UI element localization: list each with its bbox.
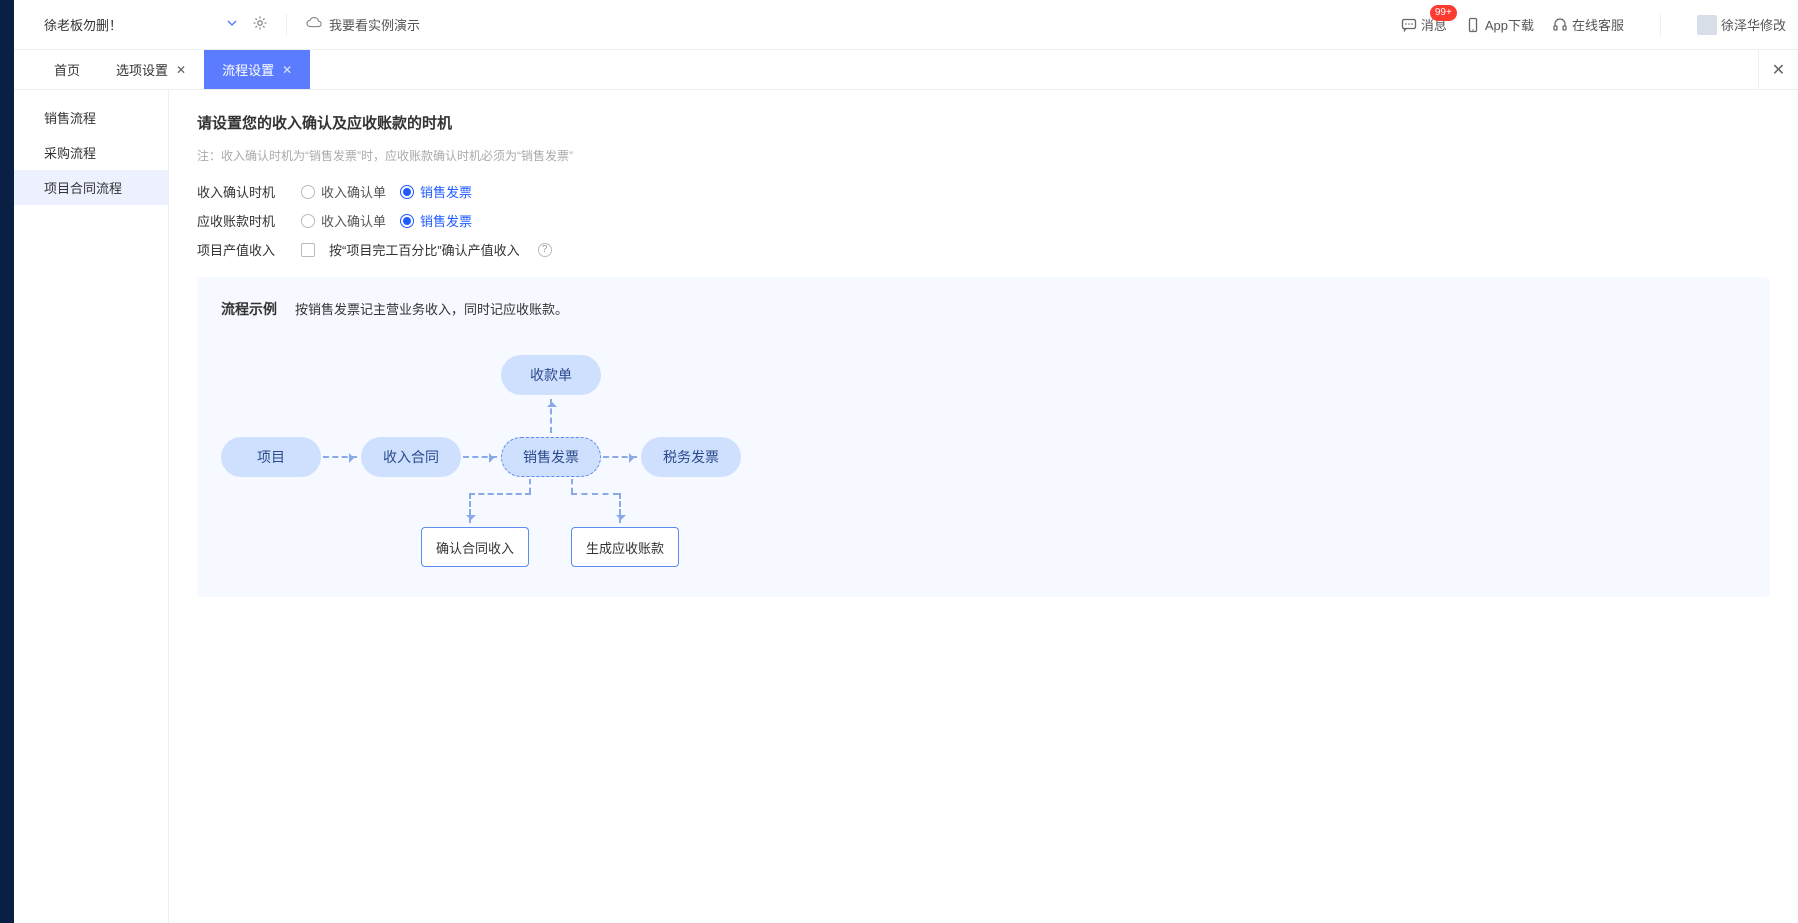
arrow-icon	[550, 399, 552, 433]
page-note: 注：收入确认时机为“销售发票”时，应收账款确认时机必须为“销售发票”	[197, 147, 1770, 164]
messages-badge: 99+	[1430, 5, 1457, 21]
online-service-label: 在线客服	[1572, 15, 1624, 34]
close-icon[interactable]: ✕	[176, 63, 186, 77]
radio-income-confirm-form[interactable]: 收入确认单	[301, 211, 386, 230]
row-label: 项目产值收入	[197, 240, 287, 259]
main-content: 请设置您的收入确认及应收账款的时机 注：收入确认时机为“销售发票”时，应收账款确…	[169, 90, 1798, 923]
flow-diagram: 项目 收入合同 销售发票 税务发票 收款单 确认合同收入 生成应收账款	[221, 347, 781, 567]
org-selector[interactable]: 徐老板勿删！	[36, 11, 246, 38]
headset-icon	[1552, 17, 1568, 33]
radio-label: 收入确认单	[321, 211, 386, 230]
tab-label: 首页	[54, 60, 80, 79]
flow-node-tax-invoice: 税务发票	[641, 437, 741, 477]
row-income-confirm-time: 收入确认时机 收入确认单 销售发票	[197, 182, 1770, 201]
left-vertical-strip	[0, 0, 14, 923]
radio-dot-icon	[400, 185, 414, 199]
username-label: 徐泽华修改	[1721, 15, 1786, 34]
online-service-button[interactable]: 在线客服	[1552, 15, 1624, 34]
app-download-label: App下载	[1485, 15, 1534, 34]
row-ar-time: 应收账款时机 收入确认单 销售发票	[197, 211, 1770, 230]
radio-income-confirm-form[interactable]: 收入确认单	[301, 182, 386, 201]
example-desc: 按销售发票记主营业务收入，同时记应收账款。	[295, 299, 568, 318]
checkbox-label: 按“项目完工百分比”确认产值收入	[329, 240, 520, 259]
radio-label: 销售发票	[420, 182, 472, 201]
arrow-icon	[571, 479, 573, 493]
row-label: 应收账款时机	[197, 211, 287, 230]
chat-icon	[1401, 17, 1417, 33]
row-label: 收入确认时机	[197, 182, 287, 201]
app-download-button[interactable]: App下载	[1465, 15, 1534, 34]
page-body: 销售流程 采购流程 项目合同流程 请设置您的收入确认及应收账款的时机 注：收入确…	[14, 90, 1798, 923]
user-menu[interactable]: 徐泽华修改	[1697, 15, 1786, 35]
radio-dot-icon	[301, 185, 315, 199]
arrow-icon	[603, 456, 637, 458]
arrow-icon	[469, 493, 471, 523]
page-title: 请设置您的收入确认及应收账款的时机	[197, 112, 1770, 133]
flow-node-income-contract: 收入合同	[361, 437, 461, 477]
arrow-icon	[469, 493, 531, 495]
flow-node-sales-invoice: 销售发票	[501, 437, 601, 477]
sidebar-item-label: 销售流程	[44, 111, 96, 126]
flow-example-panel: 流程示例 按销售发票记主营业务收入，同时记应收账款。 项目 收入合同 销售发票 …	[197, 277, 1770, 597]
close-all-tabs-button[interactable]: ✕	[1758, 50, 1798, 89]
arrow-icon	[571, 493, 619, 495]
help-icon[interactable]: ?	[538, 243, 552, 257]
radio-dot-icon	[400, 214, 414, 228]
sidebar-item-label: 采购流程	[44, 146, 96, 161]
tab-home[interactable]: 首页	[36, 50, 98, 89]
cloud-icon	[305, 16, 323, 33]
radio-label: 收入确认单	[321, 182, 386, 201]
sidebar: 销售流程 采购流程 项目合同流程	[14, 90, 169, 923]
tabs-bar: 首页 选项设置 ✕ 流程设置 ✕ ✕	[14, 50, 1798, 90]
close-icon[interactable]: ✕	[282, 63, 292, 77]
org-name: 徐老板勿删！	[44, 15, 122, 34]
arrow-icon	[529, 479, 531, 493]
example-title: 流程示例	[221, 299, 277, 319]
avatar-icon	[1697, 15, 1717, 35]
radio-label: 销售发票	[420, 211, 472, 230]
demo-link[interactable]: 我要看实例演示	[305, 15, 420, 34]
flow-node-project: 项目	[221, 437, 321, 477]
messages-button[interactable]: 消息 99+	[1401, 15, 1447, 34]
flow-node-generate-ar: 生成应收账款	[571, 527, 679, 567]
tab-label: 流程设置	[222, 60, 274, 79]
gear-icon[interactable]	[252, 15, 268, 34]
checkbox-completion-pct[interactable]	[301, 243, 315, 257]
tab-label: 选项设置	[116, 60, 168, 79]
sidebar-item-label: 项目合同流程	[44, 181, 122, 196]
tab-process[interactable]: 流程设置 ✕	[204, 50, 310, 89]
demo-link-label: 我要看实例演示	[329, 15, 420, 34]
chevron-down-icon	[226, 17, 238, 32]
arrow-icon	[463, 456, 497, 458]
top-bar: 徐老板勿删！ 我要看实例演示 消息 99+ App下载	[14, 0, 1798, 50]
sidebar-item-project-contract-flow[interactable]: 项目合同流程	[14, 170, 168, 205]
radio-dot-icon	[301, 214, 315, 228]
flow-node-confirm-income: 确认合同收入	[421, 527, 529, 567]
divider	[286, 14, 287, 36]
sidebar-item-sales-flow[interactable]: 销售流程	[14, 100, 168, 135]
divider	[1660, 14, 1661, 36]
flow-node-receipt: 收款单	[501, 355, 601, 395]
top-actions: 消息 99+ App下载 在线客服 徐泽华修改	[1401, 14, 1786, 36]
radio-sales-invoice[interactable]: 销售发票	[400, 182, 472, 201]
sidebar-item-purchase-flow[interactable]: 采购流程	[14, 135, 168, 170]
arrow-icon	[619, 493, 621, 523]
arrow-icon	[323, 456, 357, 458]
row-project-revenue: 项目产值收入 按“项目完工百分比”确认产值收入 ?	[197, 240, 1770, 259]
phone-icon	[1465, 17, 1481, 33]
tab-options[interactable]: 选项设置 ✕	[98, 50, 204, 89]
radio-sales-invoice[interactable]: 销售发票	[400, 211, 472, 230]
